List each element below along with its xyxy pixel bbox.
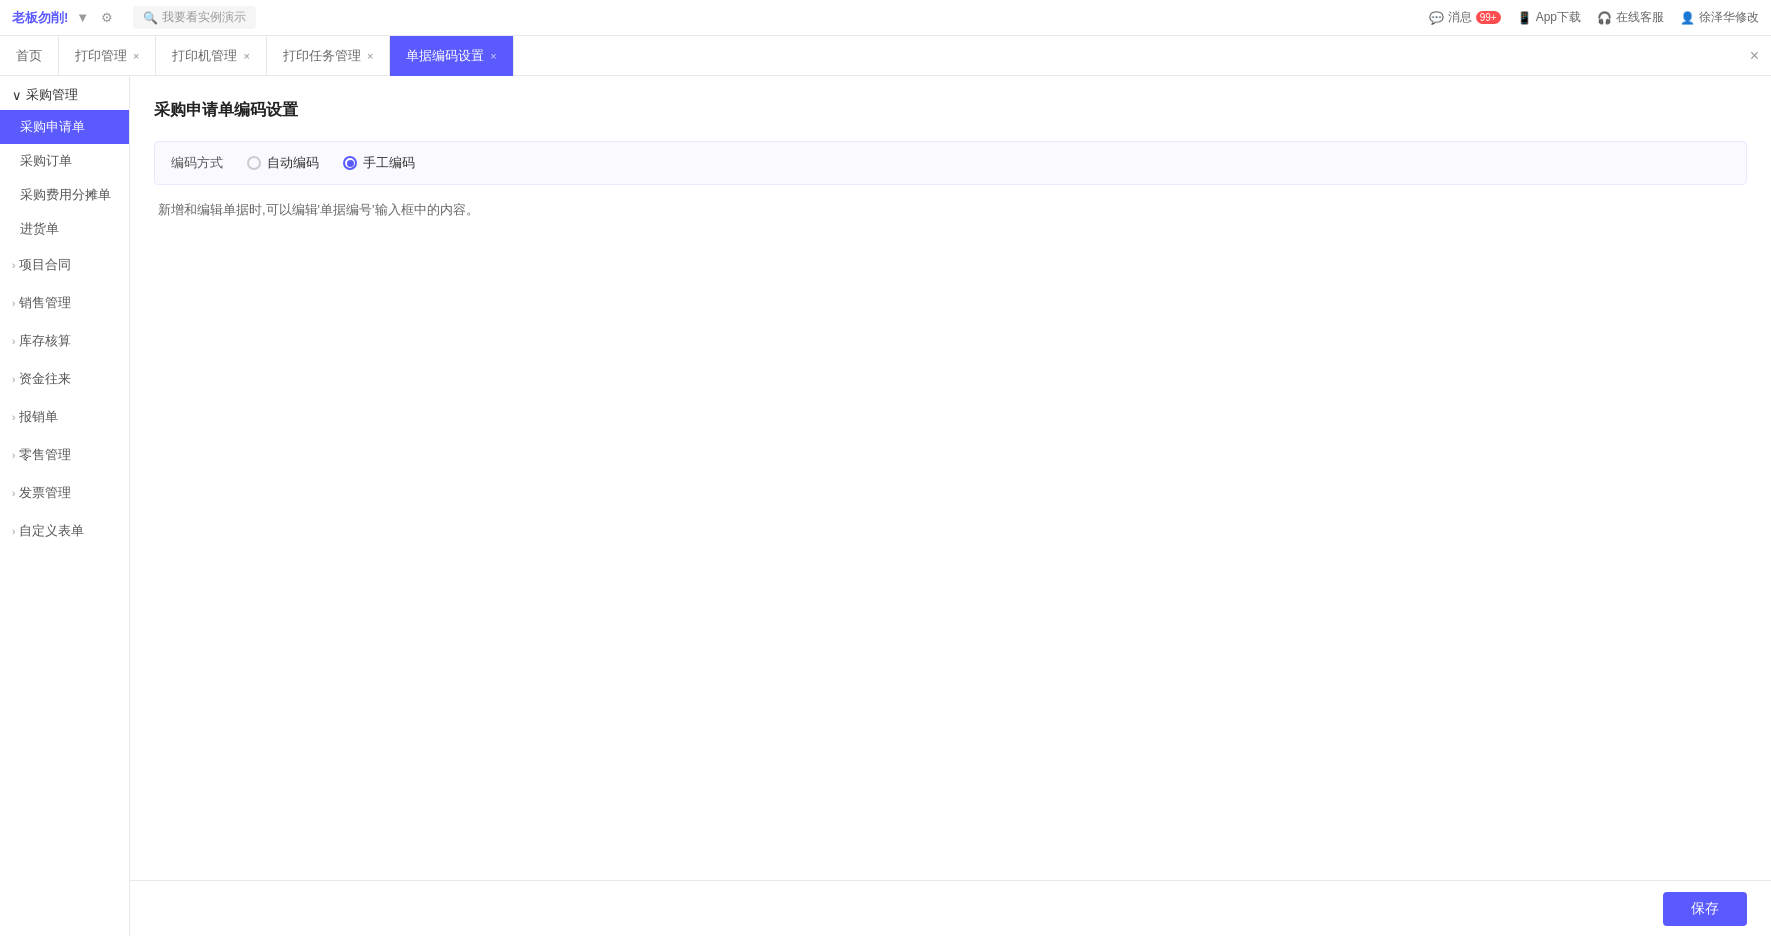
save-button[interactable]: 保存: [1663, 892, 1747, 926]
app-label: App下载: [1536, 9, 1581, 26]
encoding-label: 编码方式: [171, 154, 223, 172]
tab-printer-mgmt[interactable]: 打印机管理 ×: [156, 36, 266, 76]
app-download-button[interactable]: 📱 App下载: [1517, 9, 1581, 26]
sidebar-item-custom-form-arrow: ›: [12, 526, 15, 537]
tab-print-mgmt-close[interactable]: ×: [133, 50, 139, 62]
sidebar-item-invoice-mgmt[interactable]: › 发票管理: [0, 474, 129, 512]
sidebar-item-return-order[interactable]: › 报销单: [0, 398, 129, 436]
sidebar-item-sales-mgmt-arrow: ›: [12, 298, 15, 309]
msg-button[interactable]: 💬 消息 99+: [1429, 9, 1501, 26]
radio-auto[interactable]: 自动编码: [247, 154, 319, 172]
sidebar: ∨ 采购管理 采购申请单 采购订单 采购费用分摊单 进货单 › 项目合同 › 销…: [0, 76, 130, 936]
search-icon: 🔍: [143, 11, 158, 25]
top-bar-left: 老板勿削! ▼ ⚙ 🔍 我要看实例演示: [12, 6, 256, 29]
sidebar-item-project-contract-arrow: ›: [12, 260, 15, 271]
tab-print-mgmt-label: 打印管理: [75, 47, 127, 65]
sidebar-item-inventory-arrow: ›: [12, 336, 15, 347]
sidebar-item-capital-flow-label: 资金往来: [19, 370, 71, 388]
top-bar: 老板勿削! ▼ ⚙ 🔍 我要看实例演示 💬 消息 99+ 📱 App下载 🎧 在…: [0, 0, 1771, 36]
sidebar-item-purchase-request[interactable]: 采购申请单: [0, 110, 129, 144]
tab-print-task-mgmt-close[interactable]: ×: [367, 50, 373, 62]
service-icon: 🎧: [1597, 11, 1612, 25]
sidebar-item-purchase-order[interactable]: 采购订单: [0, 144, 129, 178]
content-inner: 采购申请单编码设置 编码方式 自动编码 手工编码 新增和编: [130, 76, 1771, 880]
encoding-form-row: 编码方式 自动编码 手工编码: [154, 141, 1747, 185]
sidebar-item-stock-in-label: 进货单: [20, 221, 59, 236]
tab-barcode-settings[interactable]: 单据编码设置 ×: [390, 36, 513, 76]
settings-icon[interactable]: ⚙: [101, 10, 113, 25]
radio-auto-label: 自动编码: [267, 154, 319, 172]
main-layout: ∨ 采购管理 采购申请单 采购订单 采购费用分摊单 进货单 › 项目合同 › 销…: [0, 76, 1771, 936]
sidebar-group-purchase-label: 采购管理: [26, 86, 78, 104]
bottom-bar: 保存: [130, 880, 1771, 936]
tab-home-label: 首页: [16, 47, 42, 65]
sidebar-item-project-contract[interactable]: › 项目合同: [0, 246, 129, 284]
online-service-button[interactable]: 🎧 在线客服: [1597, 9, 1664, 26]
sidebar-item-inventory-label: 库存核算: [19, 332, 71, 350]
user-icon: 👤: [1680, 11, 1695, 25]
tab-barcode-settings-close[interactable]: ×: [490, 50, 496, 62]
sidebar-item-sales-mgmt-label: 销售管理: [19, 294, 71, 312]
sidebar-item-retail-mgmt[interactable]: › 零售管理: [0, 436, 129, 474]
user-label: 徐泽华修改: [1699, 9, 1759, 26]
tab-printer-mgmt-close[interactable]: ×: [243, 50, 249, 62]
user-menu[interactable]: 👤 徐泽华修改: [1680, 9, 1759, 26]
sidebar-item-purchase-order-label: 采购订单: [20, 153, 72, 168]
logo: 老板勿削!: [12, 9, 68, 27]
description-text: 新增和编辑单据时,可以编辑'单据编号'输入框中的内容。: [154, 201, 1747, 219]
radio-manual[interactable]: 手工编码: [343, 154, 415, 172]
tab-bar: 首页 打印管理 × 打印机管理 × 打印任务管理 × 单据编码设置 × ×: [0, 36, 1771, 76]
sidebar-item-custom-form[interactable]: › 自定义表单: [0, 512, 129, 550]
sidebar-item-project-contract-label: 项目合同: [19, 256, 71, 274]
tab-home[interactable]: 首页: [0, 36, 59, 76]
tab-bar-close-all[interactable]: ×: [1750, 47, 1759, 65]
sidebar-item-capital-flow[interactable]: › 资金往来: [0, 360, 129, 398]
sidebar-group-purchase-mgmt-title[interactable]: ∨ 采购管理: [0, 76, 129, 110]
sidebar-item-return-order-arrow: ›: [12, 412, 15, 423]
sidebar-item-retail-mgmt-arrow: ›: [12, 450, 15, 461]
sidebar-item-return-order-label: 报销单: [19, 408, 58, 426]
sidebar-group-purchase-arrow: ∨: [12, 88, 22, 103]
sidebar-item-custom-form-label: 自定义表单: [19, 522, 84, 540]
tab-print-mgmt[interactable]: 打印管理 ×: [59, 36, 156, 76]
sidebar-item-stock-in[interactable]: 进货单: [0, 212, 129, 246]
sidebar-item-invoice-mgmt-label: 发票管理: [19, 484, 71, 502]
sidebar-item-retail-mgmt-label: 零售管理: [19, 446, 71, 464]
msg-label: 消息: [1448, 9, 1472, 26]
sidebar-item-purchase-expense-label: 采购费用分摊单: [20, 187, 111, 202]
search-bar[interactable]: 🔍 我要看实例演示: [133, 6, 256, 29]
sidebar-item-purchase-request-label: 采购申请单: [20, 119, 85, 134]
sidebar-item-invoice-mgmt-arrow: ›: [12, 488, 15, 499]
tab-print-task-mgmt[interactable]: 打印任务管理 ×: [267, 36, 390, 76]
radio-group: 自动编码 手工编码: [247, 154, 415, 172]
msg-badge: 99+: [1476, 11, 1501, 24]
msg-icon: 💬: [1429, 11, 1444, 25]
dropdown-icon[interactable]: ▼: [76, 10, 89, 25]
sidebar-group-purchase-mgmt: ∨ 采购管理 采购申请单 采购订单 采购费用分摊单 进货单: [0, 76, 129, 246]
radio-manual-circle: [343, 156, 357, 170]
sidebar-item-sales-mgmt[interactable]: › 销售管理: [0, 284, 129, 322]
tab-barcode-settings-label: 单据编码设置: [406, 47, 484, 65]
radio-auto-circle: [247, 156, 261, 170]
search-text: 我要看实例演示: [162, 9, 246, 26]
tab-printer-mgmt-label: 打印机管理: [172, 47, 237, 65]
page-title: 采购申请单编码设置: [154, 100, 1747, 121]
content-area: 采购申请单编码设置 编码方式 自动编码 手工编码 新增和编: [130, 76, 1771, 936]
sidebar-item-capital-flow-arrow: ›: [12, 374, 15, 385]
tab-print-task-mgmt-label: 打印任务管理: [283, 47, 361, 65]
app-icon: 📱: [1517, 11, 1532, 25]
sidebar-item-purchase-expense[interactable]: 采购费用分摊单: [0, 178, 129, 212]
radio-manual-label: 手工编码: [363, 154, 415, 172]
sidebar-item-inventory[interactable]: › 库存核算: [0, 322, 129, 360]
top-bar-right: 💬 消息 99+ 📱 App下载 🎧 在线客服 👤 徐泽华修改: [1429, 9, 1759, 26]
service-label: 在线客服: [1616, 9, 1664, 26]
